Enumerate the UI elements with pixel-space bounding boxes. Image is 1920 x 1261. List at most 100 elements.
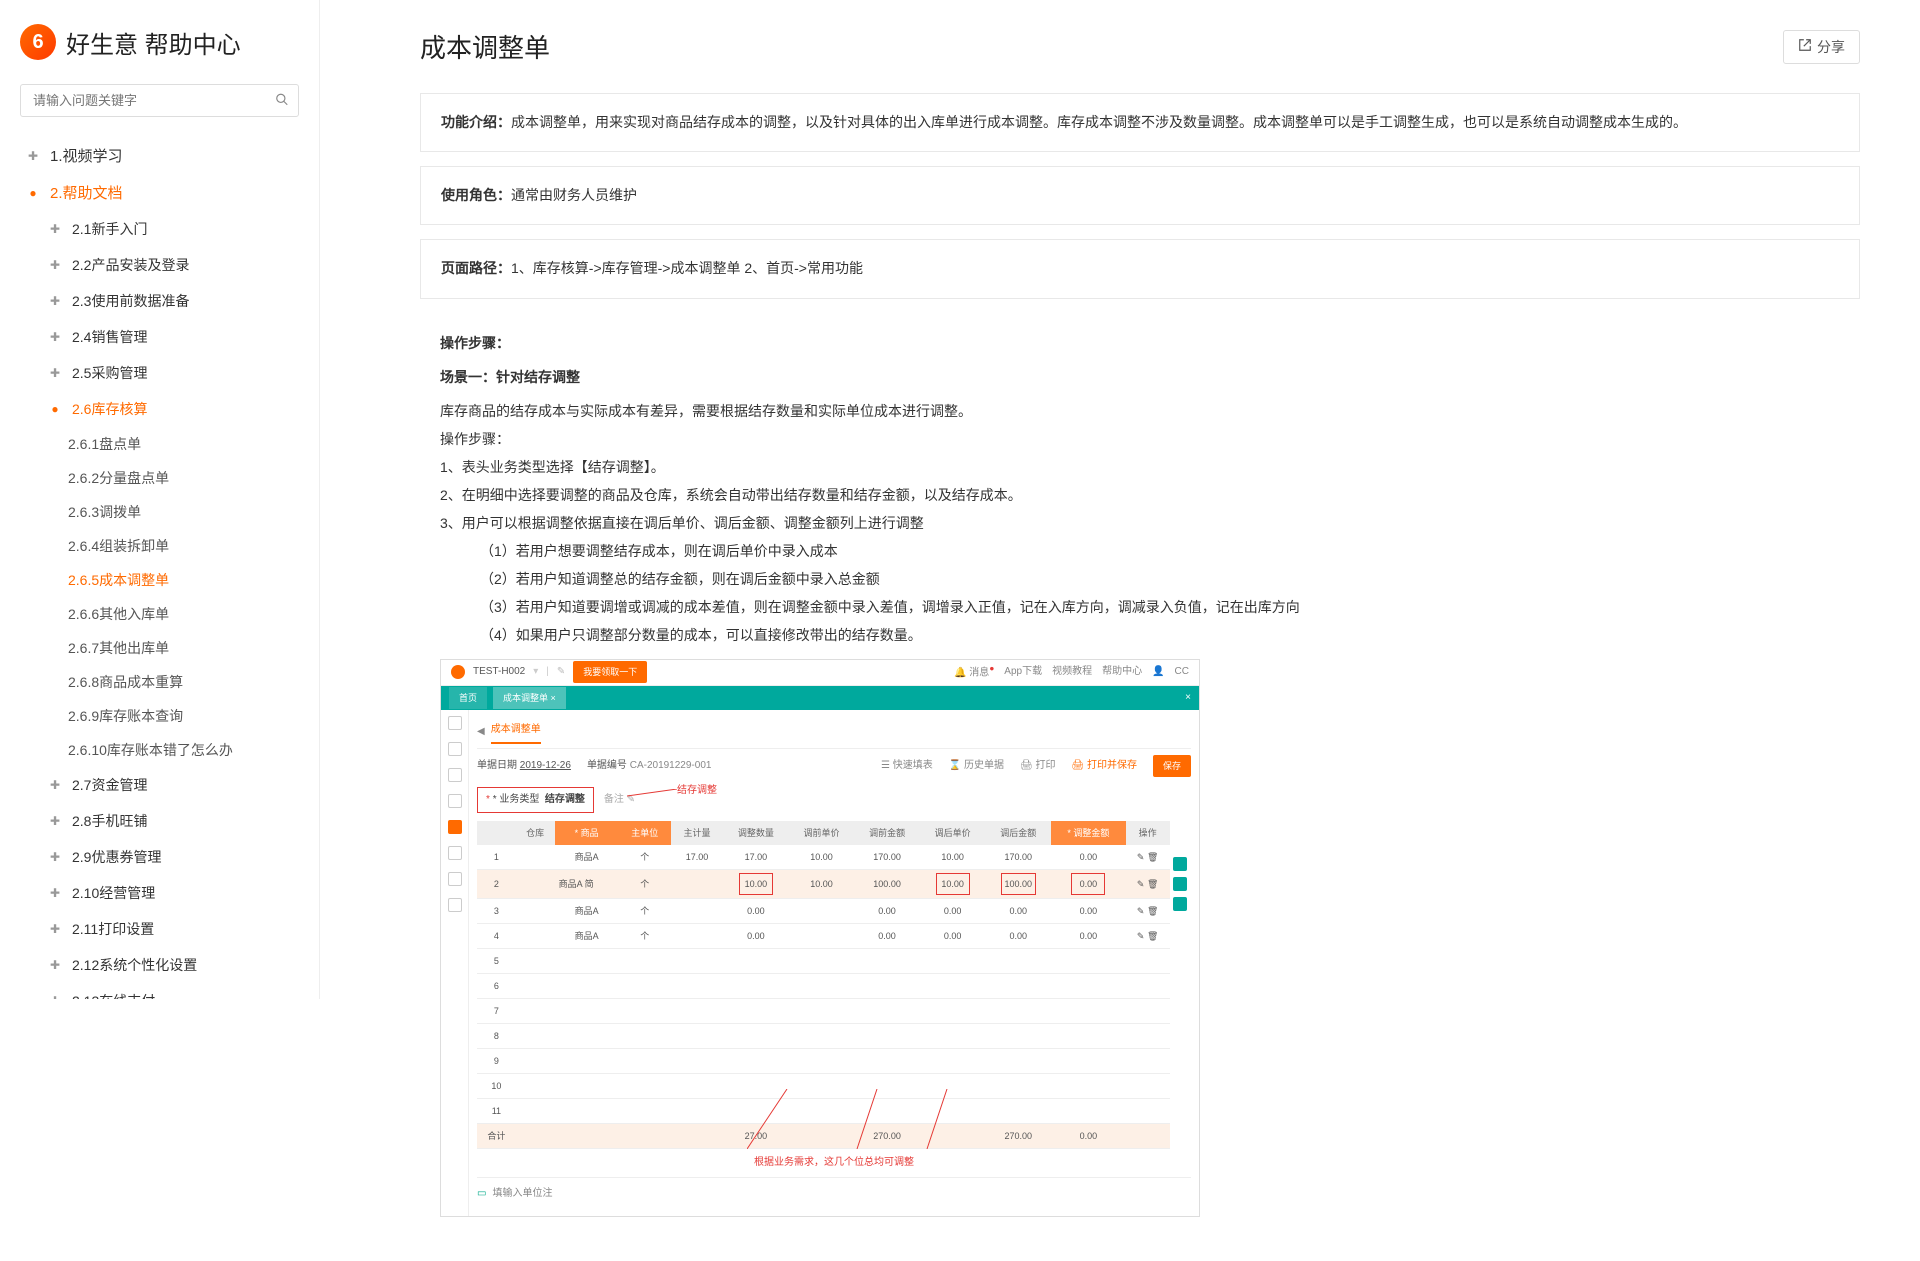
path-box: 页面路径：1、库存核算->库存管理->成本调整单 2、首页->常用功能	[420, 239, 1860, 298]
nav-2-6-7[interactable]: 2.6.7其他出库单	[64, 631, 299, 665]
minus-icon: ●	[46, 402, 64, 416]
nav-2-12[interactable]: ✚2.12系统个性化设置	[42, 947, 299, 983]
app-name: 好生意 帮助中心	[66, 25, 241, 60]
nav-2-8[interactable]: ✚2.8手机旺铺	[42, 803, 299, 839]
step-2: 2、在明细中选择要调整的商品及仓库，系统会自动带出结存数量和结存金额，以及结存成…	[440, 481, 1840, 509]
role-box: 使用角色：通常由财务人员维护	[420, 166, 1860, 225]
nav-video-learning[interactable]: ✚1.视频学习	[20, 137, 299, 174]
intro-text: 成本调整单，用来实现对商品结存成本的调整，以及针对具体的出入库单进行成本调整。库…	[511, 114, 1687, 130]
plus-icon: ✚	[46, 778, 64, 792]
search-box	[20, 84, 299, 117]
intro-box: 功能介绍：成本调整单，用来实现对商品结存成本的调整，以及针对具体的出入库单进行成…	[420, 93, 1860, 152]
mock-anno1: 结存调整	[677, 781, 717, 801]
mock-sideicon	[448, 768, 462, 782]
nav-2-3[interactable]: ✚2.3使用前数据准备	[42, 283, 299, 319]
mock-avatar-icon: 👤	[1152, 662, 1164, 682]
scene1-title: 场景一：针对结存调整	[440, 363, 1840, 391]
step-3-3: （3）若用户知道要调增或调减的成本差值，则在调整金额中录入差值，调增录入正值，记…	[440, 593, 1840, 621]
nav-2-10[interactable]: ✚2.10经营管理	[42, 875, 299, 911]
content-body: 操作步骤： 场景一：针对结存调整 库存商品的结存成本与实际成本有差异，需要根据结…	[420, 313, 1860, 1233]
mock-main: ◀ 成本调整单 单据日期 2019-12-26 单据编号 CA-20191229…	[469, 710, 1199, 1216]
nav-help-docs[interactable]: ●2.帮助文档	[20, 174, 299, 211]
nav-2-6-2[interactable]: 2.6.2分量盘点单	[64, 461, 299, 495]
nav-2-1[interactable]: ✚2.1新手入门	[42, 211, 299, 247]
plus-icon: ✚	[46, 258, 64, 272]
plus-icon: ✚	[46, 922, 64, 936]
minus-icon: ●	[24, 186, 42, 200]
search-input[interactable]	[20, 84, 299, 117]
search-icon[interactable]	[275, 92, 289, 109]
mock-tabbar: 首页 成本调整单 × ×	[441, 686, 1199, 710]
mock-sideicon-active	[448, 820, 462, 834]
mock-note-icon: ▭	[477, 1184, 486, 1204]
mock-tab-home: 首页	[449, 687, 487, 709]
plus-icon: ✚	[46, 850, 64, 864]
mock-biztype: * * 业务类型 结存调整	[477, 787, 594, 813]
mock-right-tools	[1170, 817, 1191, 1149]
scene1-steps-label: 操作步骤：	[440, 425, 1840, 453]
step-1: 1、表头业务类型选择【结存调整】。	[440, 453, 1840, 481]
nav-2-6-8[interactable]: 2.6.8商品成本重算	[64, 665, 299, 699]
plus-icon: ✚	[24, 149, 42, 163]
nav-2-9[interactable]: ✚2.9优惠券管理	[42, 839, 299, 875]
plus-icon: ✚	[46, 994, 64, 999]
nav-2-2[interactable]: ✚2.2产品安装及登录	[42, 247, 299, 283]
plus-icon: ✚	[46, 330, 64, 344]
mock-save-button: 保存	[1153, 755, 1191, 777]
step-3-4: （4）如果用户只调整部分数量的成本，可以直接修改带出的结存数量。	[440, 621, 1840, 649]
plus-icon: ✚	[46, 814, 64, 828]
mock-app: App下载	[1004, 662, 1042, 682]
plus-icon: ✚	[46, 294, 64, 308]
share-button[interactable]: 分享	[1783, 30, 1860, 64]
steps-label: 操作步骤：	[440, 329, 1840, 357]
nav-2-6-1[interactable]: 2.6.1盘点单	[64, 427, 299, 461]
share-icon	[1798, 38, 1812, 55]
mock-tab-doc: 成本调整单 ×	[493, 687, 566, 709]
nav-2-6-4[interactable]: 2.6.4组装拆卸单	[64, 529, 299, 563]
nav-2-6-3[interactable]: 2.6.3调拨单	[64, 495, 299, 529]
mock-tool-icon	[1173, 877, 1187, 891]
nav-2-6[interactable]: ●2.6库存核算	[42, 391, 299, 427]
main-content: 成本调整单 分享 功能介绍：成本调整单，用来实现对商品结存成本的调整，以及针对具…	[320, 0, 1920, 1261]
intro-label: 功能介绍：	[441, 114, 511, 130]
path-text: 1、库存核算->库存管理->成本调整单 2、首页->常用功能	[511, 260, 863, 276]
mock-help: 帮助中心	[1102, 662, 1142, 682]
step-3-1: （1）若用户想要调整结存成本，则在调后单价中录入成本	[440, 537, 1840, 565]
header-row: 成本调整单 分享	[420, 28, 1860, 65]
nav-2-7[interactable]: ✚2.7资金管理	[42, 767, 299, 803]
nav-2-6-10[interactable]: 2.6.10库存账本错了怎么办	[64, 733, 299, 767]
mock-sideicon	[448, 742, 462, 756]
app-logo: 6	[20, 24, 56, 60]
nav-2-13[interactable]: ✚2.13在线支付	[42, 983, 299, 999]
mock-iconbar	[441, 710, 469, 1216]
mock-sideicon	[448, 846, 462, 860]
nav-2-6-9[interactable]: 2.6.9库存账本查询	[64, 699, 299, 733]
nav-2-6-6[interactable]: 2.6.6其他入库单	[64, 597, 299, 631]
role-label: 使用角色：	[441, 187, 511, 203]
plus-icon: ✚	[46, 366, 64, 380]
nav-2-11[interactable]: ✚2.11打印设置	[42, 911, 299, 947]
mock-back-icon: ◀	[477, 722, 485, 742]
mock-crumb: 成本调整单	[491, 720, 541, 744]
mock-sideicon	[448, 872, 462, 886]
role-text: 通常由财务人员维护	[511, 187, 637, 203]
plus-icon: ✚	[46, 886, 64, 900]
scene1-desc: 库存商品的结存成本与实际成本有差异，需要根据结存数量和实际单位成本进行调整。	[440, 397, 1840, 425]
mock-sideicon	[448, 716, 462, 730]
step-3: 3、用户可以根据调整依据直接在调后单价、调后金额、调整金额列上进行调整	[440, 509, 1840, 537]
mock-logo-icon	[451, 665, 465, 679]
embedded-screenshot: TEST-H002 ▾ | ✎ 我要领取一下 🔔 消息● App下载 视频教程 …	[440, 659, 1200, 1217]
logo-row: 6 好生意 帮助中心	[20, 24, 299, 60]
mock-msg: 🔔 消息●	[954, 660, 994, 683]
mock-sideicon	[448, 794, 462, 808]
mock-video: 视频教程	[1052, 662, 1092, 682]
mock-sideicon	[448, 898, 462, 912]
mock-tool-icon	[1173, 857, 1187, 871]
mock-table: 仓库* 商品主单位主计量调整数量调前单价调前金额调后单价调后金额* 调整金额操作…	[477, 821, 1170, 1149]
nav-2-4[interactable]: ✚2.4销售管理	[42, 319, 299, 355]
mock-anno2: 根据业务需求，这几个位总均可调整	[477, 1149, 1191, 1177]
nav-2-5[interactable]: ✚2.5采购管理	[42, 355, 299, 391]
mock-user: CC	[1175, 662, 1189, 682]
nav-2-6-5[interactable]: 2.6.5成本调整单	[64, 563, 299, 597]
step-3-2: （2）若用户知道调整总的结存金额，则在调后金额中录入总金额	[440, 565, 1840, 593]
